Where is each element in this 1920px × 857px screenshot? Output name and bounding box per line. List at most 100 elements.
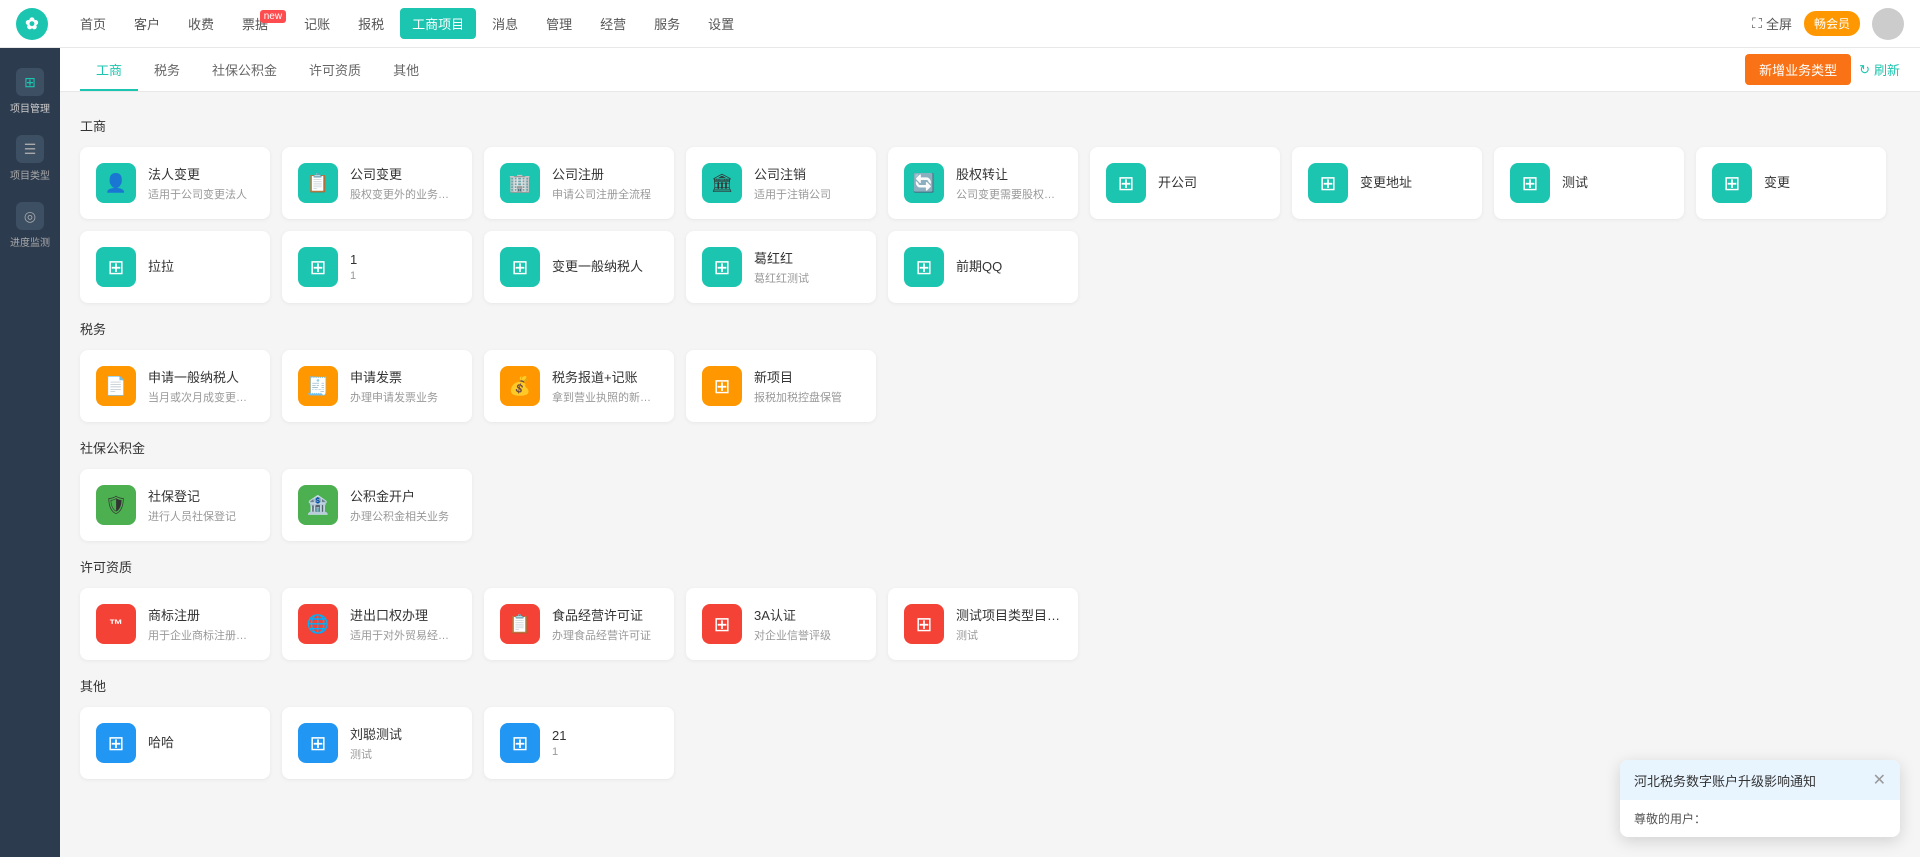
card-apply-general-tax[interactable]: 📄 申请一般纳税人 当月或次月成变更完成	[80, 350, 270, 422]
nav-item-fee[interactable]: 收费	[176, 8, 226, 39]
card-icon-general-tax-change: ⊞	[500, 247, 540, 287]
card-company-register[interactable]: 🏢 公司注册 申请公司注册全流程	[484, 147, 674, 219]
card-new-project[interactable]: ⊞ 新项目 报税加税控盘保管	[686, 350, 876, 422]
card-tax-accounting[interactable]: 💰 税务报道+记账 拿到营业执照的新公司	[484, 350, 674, 422]
card-icon-one: ⊞	[298, 247, 338, 287]
vip-button[interactable]: 畅会员	[1804, 11, 1860, 36]
card-icon-apply-invoice: 🧾	[298, 366, 338, 406]
section-title-gongshang: 工商	[80, 116, 1900, 135]
tab-xuke[interactable]: 许可资质	[293, 50, 377, 91]
tab-qita[interactable]: 其他	[377, 50, 435, 91]
nav-items: 首页 客户 收费 票据 new 记账 报税 工商项目 消息 管理 经营 服务 设…	[68, 8, 1752, 39]
nav-item-biz[interactable]: 工商项目	[400, 8, 476, 39]
card-title-food-license: 食品经营许可证	[552, 605, 658, 624]
nav-right: ⛶ 全屏 畅会员	[1752, 8, 1904, 40]
card-legal-change[interactable]: 👤 法人变更 适用于公司变更法人	[80, 147, 270, 219]
card-one[interactable]: ⊞ 1 1	[282, 231, 472, 303]
fullscreen-btn[interactable]: ⛶ 全屏	[1752, 14, 1792, 33]
card-title-change-address: 变更地址	[1360, 172, 1466, 191]
card-icon-fund-account: 🏦	[298, 485, 338, 525]
tab-shebao[interactable]: 社保公积金	[196, 50, 293, 91]
card-open-company[interactable]: ⊞ 开公司	[1090, 147, 1280, 219]
sidebar-item-progress[interactable]: ◎ 进度监测	[0, 192, 60, 259]
card-apply-invoice[interactable]: 🧾 申请发票 办理申请发票业务	[282, 350, 472, 422]
card-title-fund-account: 公积金开户	[350, 486, 456, 505]
nav-item-tax[interactable]: 报税	[346, 8, 396, 39]
card-icon-import-export: 🌐	[298, 604, 338, 644]
cards-grid-shebao: 🛡 社保登记 进行人员社保登记 🏦 公积金开户 办理公积金相关业务	[80, 469, 1900, 541]
add-business-type-button[interactable]: 新增业务类型	[1745, 54, 1851, 85]
card-title-3a-cert: 3A认证	[754, 605, 860, 624]
card-import-export[interactable]: 🌐 进出口权办理 适用于对外贸易经营者	[282, 588, 472, 660]
nav-item-settings[interactable]: 设置	[696, 8, 746, 39]
card-icon-apply-general-tax: 📄	[96, 366, 136, 406]
card-title-new-project: 新项目	[754, 367, 860, 386]
card-change-address[interactable]: ⊞ 变更地址	[1292, 147, 1482, 219]
card-desc-new-project: 报税加税控盘保管	[754, 389, 860, 405]
card-test-type[interactable]: ⊞ 测试项目类型目定义 测试	[888, 588, 1078, 660]
card-title-tax-accounting: 税务报道+记账	[552, 367, 658, 386]
card-title-one: 1	[350, 252, 456, 267]
card-desc-3a-cert: 对企业信誉评级	[754, 627, 860, 643]
tab-gongshang[interactable]: 工商	[80, 50, 138, 91]
card-desc-test-type: 测试	[956, 627, 1062, 643]
sidebar: ⊞ 项目管理 ☰ 项目类型 ◎ 进度监测	[0, 48, 60, 857]
card-icon-change-address: ⊞	[1308, 163, 1348, 203]
card-test[interactable]: ⊞ 测试	[1494, 147, 1684, 219]
card-desc-gehonghong: 葛红红测试	[754, 270, 860, 286]
card-gehonghong[interactable]: ⊞ 葛红红 葛红红测试	[686, 231, 876, 303]
card-change2[interactable]: ⊞ 变更	[1696, 147, 1886, 219]
card-company-change[interactable]: 📋 公司变更 股权变更外的业务变更	[282, 147, 472, 219]
card-trademark[interactable]: ™ 商标注册 用于企业商标注册服务	[80, 588, 270, 660]
card-icon-company-register: 🏢	[500, 163, 540, 203]
card-liucong-test[interactable]: ⊞ 刘聪测试 测试	[282, 707, 472, 779]
notification-close-button[interactable]: ✕	[1873, 770, 1886, 790]
nav-item-operate[interactable]: 经营	[588, 8, 638, 39]
card-title-apply-invoice: 申请发票	[350, 367, 456, 386]
card-social-insurance[interactable]: 🛡 社保登记 进行人员社保登记	[80, 469, 270, 541]
card-title-test: 测试	[1562, 172, 1668, 191]
sidebar-item-project-type[interactable]: ☰ 项目类型	[0, 125, 60, 192]
cards-grid-xuke: ™ 商标注册 用于企业商标注册服务 🌐 进出口权办理 适用于对外贸易经营者 📋 …	[80, 588, 1900, 660]
nav-item-ticket[interactable]: 票据 new	[230, 8, 288, 39]
card-icon-21: ⊞	[500, 723, 540, 763]
notification-content: 尊敬的用户：	[1620, 800, 1900, 837]
card-company-cancel[interactable]: 🏛 公司注销 适用于注销公司	[686, 147, 876, 219]
card-fund-account[interactable]: 🏦 公积金开户 办理公积金相关业务	[282, 469, 472, 541]
tab-bar: 工商 税务 社保公积金 许可资质 其他 新增业务类型 ↻ 刷新	[60, 48, 1920, 92]
progress-icon: ◎	[16, 202, 44, 230]
card-qianqi-qq[interactable]: ⊞ 前期QQ	[888, 231, 1078, 303]
card-general-tax-change[interactable]: ⊞ 变更一般纳税人	[484, 231, 674, 303]
card-title-haha: 哈哈	[148, 732, 254, 751]
card-equity-transfer[interactable]: 🔄 股权转让 公司变更需要股权转让	[888, 147, 1078, 219]
sidebar-item-project-manage[interactable]: ⊞ 项目管理	[0, 58, 60, 125]
app-logo[interactable]: ✿	[16, 8, 48, 40]
content-area: 工商 👤 法人变更 适用于公司变更法人 📋 公司变更 股权变更外的业务变更 🏢	[60, 92, 1920, 811]
card-desc-import-export: 适用于对外贸易经营者	[350, 627, 456, 643]
tab-shuiwu[interactable]: 税务	[138, 50, 196, 91]
nav-item-message[interactable]: 消息	[480, 8, 530, 39]
card-desc-liucong-test: 测试	[350, 746, 456, 762]
card-desc-trademark: 用于企业商标注册服务	[148, 627, 254, 643]
card-food-license[interactable]: 📋 食品经营许可证 办理食品经营许可证	[484, 588, 674, 660]
card-3a-cert[interactable]: ⊞ 3A认证 对企业信誉评级	[686, 588, 876, 660]
project-type-icon: ☰	[16, 135, 44, 163]
refresh-button[interactable]: ↻ 刷新	[1859, 60, 1900, 79]
avatar[interactable]	[1872, 8, 1904, 40]
card-title-change2: 变更	[1764, 172, 1870, 191]
card-desc-one: 1	[350, 270, 456, 282]
nav-item-home[interactable]: 首页	[68, 8, 118, 39]
nav-item-service[interactable]: 服务	[642, 8, 692, 39]
card-desc-legal-change: 适用于公司变更法人	[148, 186, 254, 202]
nav-item-manage[interactable]: 管理	[534, 8, 584, 39]
card-icon-gehonghong: ⊞	[702, 247, 742, 287]
card-icon-3a-cert: ⊞	[702, 604, 742, 644]
card-lala[interactable]: ⊞ 拉拉	[80, 231, 270, 303]
card-title-open-company: 开公司	[1158, 172, 1264, 191]
nav-item-client[interactable]: 客户	[122, 8, 172, 39]
nav-item-accounting[interactable]: 记账	[292, 8, 342, 39]
card-desc-apply-general-tax: 当月或次月成变更完成	[148, 389, 254, 405]
notification-title: 河北税务数字账户升级影响通知	[1634, 771, 1816, 790]
card-haha[interactable]: ⊞ 哈哈	[80, 707, 270, 779]
card-21[interactable]: ⊞ 21 1	[484, 707, 674, 779]
